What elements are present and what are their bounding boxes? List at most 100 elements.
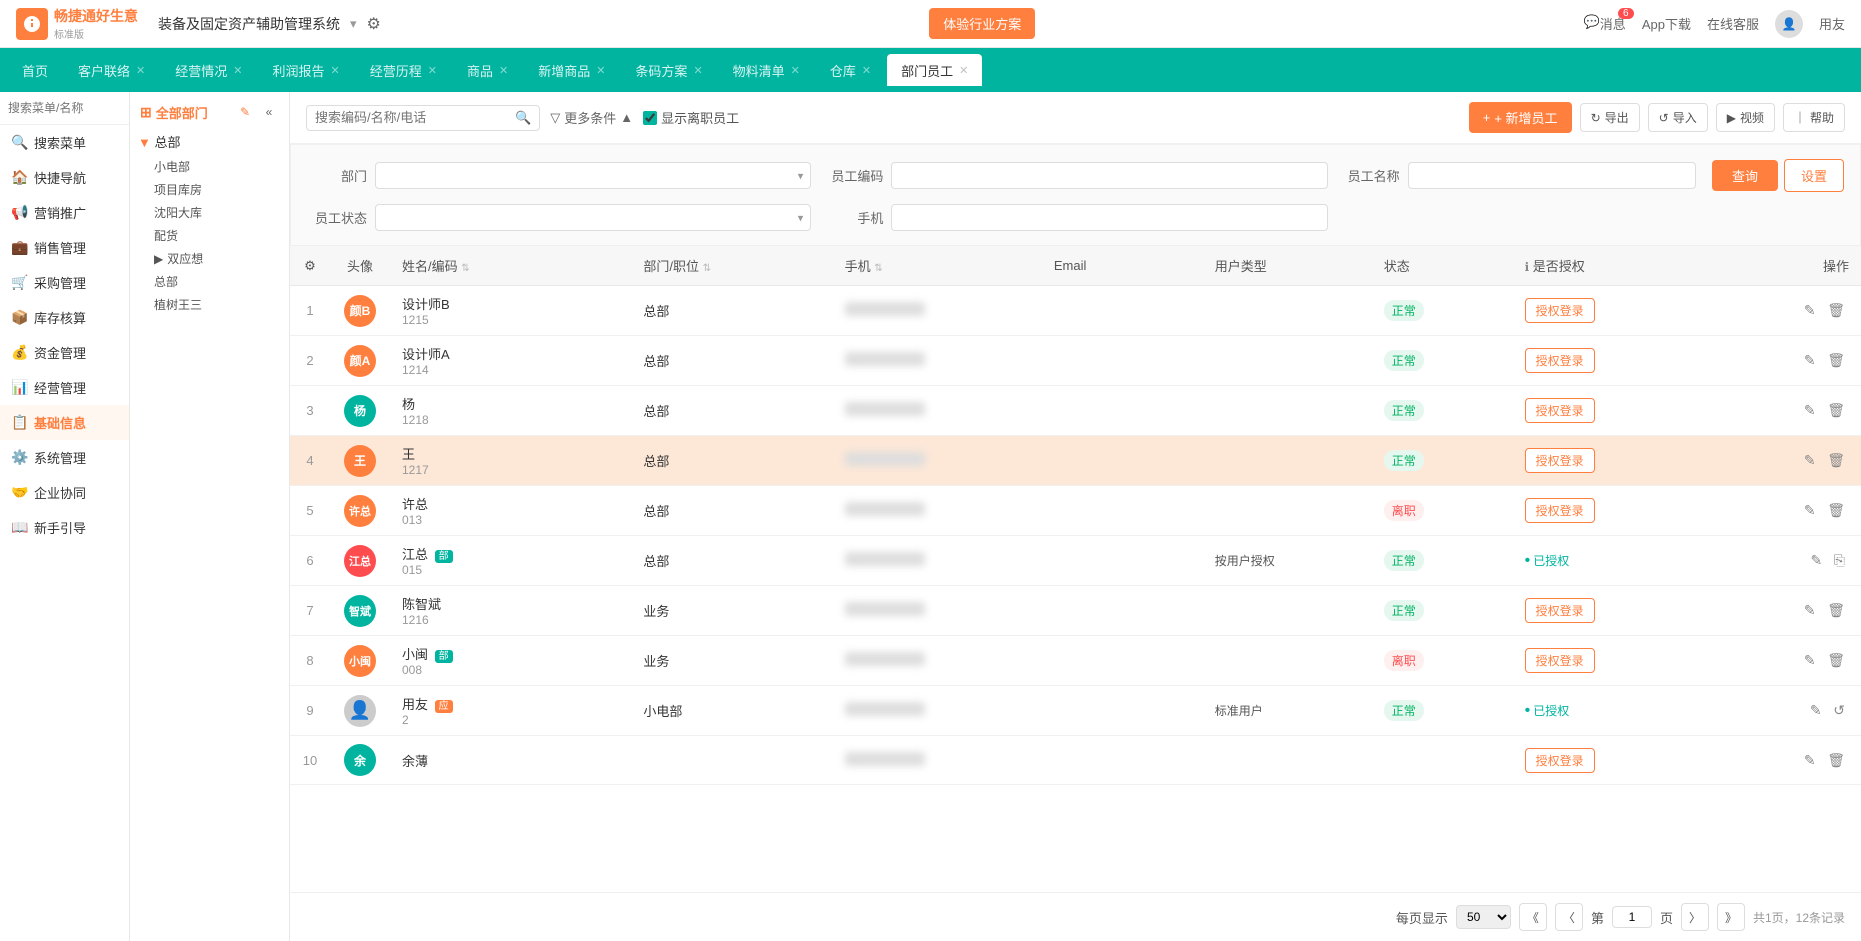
row1-delete-btn[interactable]: 🗑 (1823, 300, 1849, 321)
row3-delete-btn[interactable]: 🗑 (1823, 400, 1849, 421)
settings-gear-icon[interactable]: ⚙ (367, 14, 381, 34)
tab-goods-close[interactable]: ✕ (499, 64, 508, 77)
tab-new-goods-close[interactable]: ✕ (596, 64, 605, 77)
row8-auth-btn[interactable]: 授权登录 (1525, 648, 1595, 673)
import-btn[interactable]: ↺ 导入 (1648, 103, 1708, 132)
row10-delete-btn[interactable]: 🗑 (1823, 750, 1849, 771)
dept-child-double[interactable]: ▶双应想 (138, 247, 281, 270)
sidebar-item-system[interactable]: ⚙️ 系统管理 (0, 440, 129, 475)
tab-operation[interactable]: 经营情况 ✕ (161, 54, 256, 86)
dept-child-project[interactable]: 项目库房 (138, 178, 281, 201)
sidebar-item-basic[interactable]: 📋 基础信息 (0, 405, 129, 440)
row8-edit-btn[interactable]: ✎ (1800, 650, 1820, 671)
dept-collapse-btn[interactable]: « (259, 102, 279, 122)
row10-edit-btn[interactable]: ✎ (1800, 750, 1820, 771)
tab-new-goods[interactable]: 新增商品 ✕ (524, 54, 619, 86)
more-conditions-btn[interactable]: ▽ 更多条件 ▲ (550, 108, 633, 127)
export-btn[interactable]: ↻ 导出 (1580, 103, 1640, 132)
filter-dept-select[interactable] (375, 162, 811, 189)
row7-auth-btn[interactable]: 授权登录 (1525, 598, 1595, 623)
trial-btn[interactable]: 体验行业方案 (929, 8, 1035, 39)
dropdown-arrow-icon[interactable]: ▾ (350, 16, 357, 32)
row10-auth-btn[interactable]: 授权登录 (1525, 748, 1595, 773)
row3-auth-btn[interactable]: 授权登录 (1525, 398, 1595, 423)
last-page-btn[interactable]: 》 (1717, 903, 1745, 931)
dept-child-hq[interactable]: 总部 (138, 270, 281, 293)
col-dept-sort-icon[interactable]: ⇅ (703, 263, 711, 274)
row7-edit-btn[interactable]: ✎ (1800, 600, 1820, 621)
row2-auth-btn[interactable]: 授权登录 (1525, 348, 1595, 373)
sidebar-item-collab[interactable]: 🤝 企业协同 (0, 475, 129, 510)
sidebar-item-inventory[interactable]: 📦 库存核算 (0, 300, 129, 335)
col-phone-header[interactable]: 手机 ⇅ (833, 246, 1042, 286)
row9-refresh-btn[interactable]: ↺ (1829, 700, 1849, 721)
row5-edit-btn[interactable]: ✎ (1800, 500, 1820, 521)
tab-bom-close[interactable]: ✕ (791, 64, 800, 77)
tab-warehouse-close[interactable]: ✕ (862, 64, 871, 77)
first-page-btn[interactable]: 《 (1519, 903, 1547, 931)
filter-empname-input[interactable] (1408, 162, 1696, 189)
prev-page-btn[interactable]: 〈 (1555, 903, 1583, 931)
tab-goods[interactable]: 商品 ✕ (453, 54, 522, 86)
row3-edit-btn[interactable]: ✎ (1800, 400, 1820, 421)
col-name-header[interactable]: 姓名/编码 ⇅ (390, 246, 631, 286)
row4-auth-btn[interactable]: 授权登录 (1525, 448, 1595, 473)
help-btn[interactable]: ｜ 帮助 (1783, 103, 1845, 132)
view-btn[interactable]: ▶ 视频 (1716, 103, 1775, 132)
sidebar-item-nav[interactable]: 🏠 快捷导航 (0, 160, 129, 195)
tab-barcode[interactable]: 条码方案 ✕ (621, 54, 716, 86)
filter-phone-input[interactable] (891, 204, 1327, 231)
sidebar-item-purchase[interactable]: 🛒 采购管理 (0, 265, 129, 300)
col-name-sort-icon[interactable]: ⇅ (461, 263, 469, 274)
tab-department-close[interactable]: ✕ (959, 64, 968, 77)
row6-copy-btn[interactable]: ⎘ (1830, 550, 1849, 571)
row2-edit-btn[interactable]: ✎ (1800, 350, 1820, 371)
dept-all-label[interactable]: ⊞ 全部部门 (140, 103, 208, 122)
tab-profit-close[interactable]: ✕ (331, 64, 340, 77)
dept-edit-btn[interactable]: ✎ (235, 102, 255, 122)
sidebar-search-input[interactable] (8, 101, 130, 115)
row8-delete-btn[interactable]: 🗑 (1823, 650, 1849, 671)
add-employee-btn[interactable]: + + 新增员工 (1469, 102, 1572, 133)
tab-customer-close[interactable]: ✕ (136, 64, 145, 77)
tab-history[interactable]: 经营历程 ✕ (356, 54, 451, 86)
page-input[interactable] (1612, 906, 1652, 928)
tab-warehouse[interactable]: 仓库 ✕ (816, 54, 885, 86)
sidebar-item-finance[interactable]: 💰 资金管理 (0, 335, 129, 370)
sidebar-item-guide[interactable]: 📖 新手引导 (0, 510, 129, 545)
search-input[interactable] (315, 110, 515, 125)
row2-delete-btn[interactable]: 🗑 (1823, 350, 1849, 371)
row6-edit-btn[interactable]: ✎ (1806, 550, 1826, 571)
sidebar-item-mgmt[interactable]: 📊 经营管理 (0, 370, 129, 405)
row4-edit-btn[interactable]: ✎ (1800, 450, 1820, 471)
message-wrap[interactable]: 💬 6 消息 (1584, 14, 1626, 33)
row7-delete-btn[interactable]: 🗑 (1823, 600, 1849, 621)
row9-edit-btn[interactable]: ✎ (1806, 700, 1826, 721)
row5-auth-btn[interactable]: 授权登录 (1525, 498, 1595, 523)
dept-child-shenyang[interactable]: 沈阳大库 (138, 201, 281, 224)
tab-customer[interactable]: 客户联络 ✕ (64, 54, 159, 86)
page-size-select[interactable]: 50 20 100 (1456, 905, 1511, 929)
row1-auth-btn[interactable]: 授权登录 (1525, 298, 1595, 323)
tab-history-close[interactable]: ✕ (428, 64, 437, 77)
user-avatar[interactable]: 👤 (1775, 10, 1803, 38)
dept-child-tree[interactable]: 植树王三 (138, 293, 281, 316)
row4-delete-btn[interactable]: 🗑 (1823, 450, 1849, 471)
col-phone-sort-icon[interactable]: ⇅ (874, 263, 882, 274)
query-btn[interactable]: 查询 (1712, 160, 1778, 191)
next-page-btn[interactable]: 〉 (1681, 903, 1709, 931)
app-download-link[interactable]: App下载 (1642, 14, 1691, 33)
row1-edit-btn[interactable]: ✎ (1800, 300, 1820, 321)
online-service-link[interactable]: 在线客服 (1707, 14, 1759, 33)
tab-home[interactable]: 首页 (8, 54, 62, 86)
tab-profit[interactable]: 利润报告 ✕ (258, 54, 353, 86)
filter-status-select[interactable] (375, 204, 811, 231)
tab-department[interactable]: 部门员工 ✕ (887, 54, 982, 86)
tab-operation-close[interactable]: ✕ (233, 64, 242, 77)
sidebar-item-search[interactable]: 🔍 搜索菜单 (0, 125, 129, 160)
filter-empcode-input[interactable] (891, 162, 1327, 189)
dept-child-electronics[interactable]: 小电部 (138, 155, 281, 178)
col-settings-header[interactable]: ⚙ (290, 246, 330, 286)
set-btn[interactable]: 设置 (1784, 159, 1844, 192)
tab-barcode-close[interactable]: ✕ (693, 64, 702, 77)
